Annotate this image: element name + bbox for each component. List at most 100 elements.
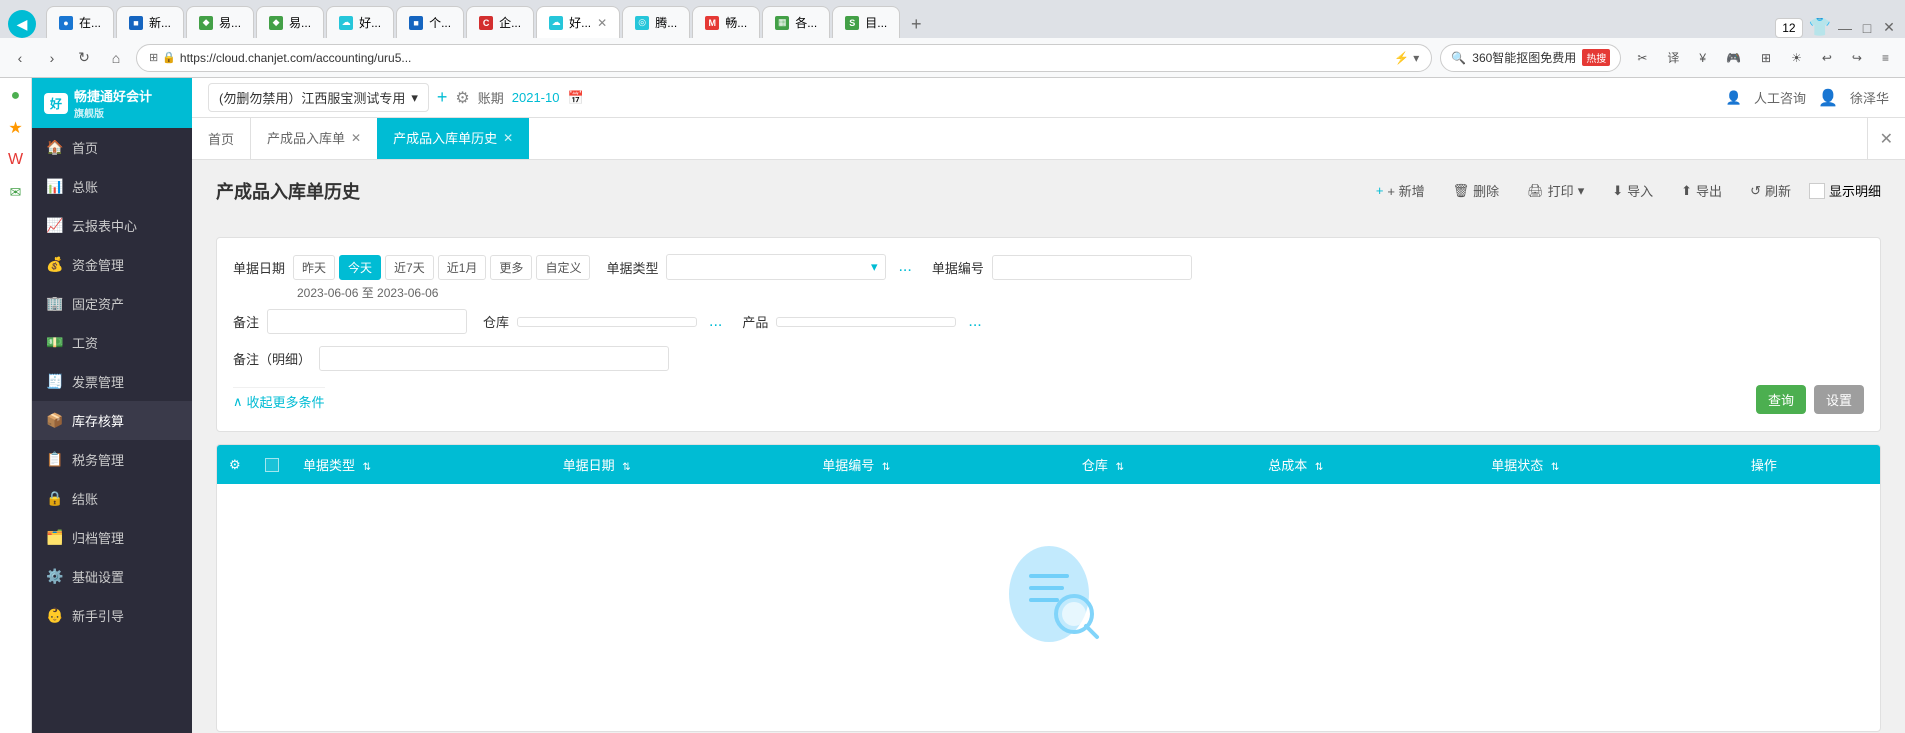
browser-tab-11[interactable]: ▦ 各... (762, 6, 830, 38)
date-btn-custom[interactable]: 自定义 (536, 255, 590, 280)
sidebar-item-new-guide[interactable]: 👶 新手引导 (32, 596, 192, 635)
detail-note-input[interactable] (319, 346, 669, 371)
company-selector[interactable]: (勿删勿禁用）江西服宝测试专用 ▾ (208, 83, 429, 112)
th-settings[interactable]: ⚙ (217, 445, 253, 484)
sidebar-item-assets[interactable]: 🏢 固定资产 (32, 284, 192, 323)
th-total-cost[interactable]: 总成本 ⇅ (1256, 445, 1479, 484)
breadcrumb-home[interactable]: 首页 (208, 129, 234, 148)
print-button[interactable]: 🖨 打印 ▾ (1517, 176, 1594, 205)
new-tab-button[interactable]: + (902, 10, 930, 38)
sidebar-item-basic-settings[interactable]: ⚙️ 基础设置 (32, 557, 192, 596)
browser-tab-2[interactable]: ■ 新... (116, 6, 184, 38)
browser-tab-9[interactable]: ◎ 腾... (622, 6, 690, 38)
period-value[interactable]: 2021-10 (512, 90, 560, 105)
th-doc-no[interactable]: 单据编号 ⇅ (810, 445, 1070, 484)
close-button[interactable]: ✕ (1881, 20, 1897, 36)
type-dots-button[interactable]: ... (894, 258, 915, 276)
page-tab-current[interactable]: 产成品入库单历史 ✕ (377, 118, 529, 159)
product-dots-button[interactable]: ... (964, 313, 985, 331)
date-btn-1month[interactable]: 近1月 (438, 255, 487, 280)
browser-tab-7[interactable]: C 企... (466, 6, 534, 38)
brightness-icon[interactable]: ☀ (1783, 47, 1810, 69)
user-name[interactable]: 徐泽华 (1850, 88, 1889, 107)
game-icon[interactable]: 🎮 (1718, 47, 1749, 69)
add-company-button[interactable]: + (437, 87, 448, 108)
back-circle-icon[interactable]: ◀ (8, 10, 36, 38)
app-icon-3[interactable]: W (2, 146, 30, 174)
header-checkbox[interactable] (265, 458, 279, 472)
export-button[interactable]: ⬆ 导出 (1671, 176, 1732, 205)
page-tab-parent-close[interactable]: ✕ (351, 131, 361, 145)
date-btn-more[interactable]: 更多 (490, 255, 532, 280)
redo-icon[interactable]: ↪ (1844, 47, 1870, 69)
sidebar-item-funds[interactable]: 💰 资金管理 (32, 245, 192, 284)
undo-icon[interactable]: ↩ (1814, 47, 1840, 69)
date-btn-today[interactable]: 今天 (339, 255, 381, 280)
browser-tab-8[interactable]: ☁ 好... ✕ (536, 6, 620, 38)
scissors-icon[interactable]: ✂ (1629, 47, 1655, 69)
sidebar-item-home[interactable]: 🏠 首页 (32, 128, 192, 167)
company-settings-icon[interactable]: ⚙ (455, 88, 469, 108)
import-button[interactable]: ⬇ 导入 (1602, 176, 1663, 205)
page-tab-parent[interactable]: 产成品入库单 ✕ (251, 118, 377, 159)
grid-icon[interactable]: ⊞ (1753, 47, 1779, 69)
panel-close-icon[interactable]: ✕ (1880, 129, 1893, 149)
settings-button[interactable]: 设置 (1814, 385, 1864, 414)
type-dropdown[interactable]: ▾ (666, 254, 886, 280)
sidebar-item-ledger[interactable]: 📊 总账 (32, 167, 192, 206)
product-dropdown[interactable] (776, 317, 956, 327)
page-tab-current-close[interactable]: ✕ (503, 131, 513, 145)
sidebar-item-close-period[interactable]: 🔒 结账 (32, 479, 192, 518)
chevron-down-icon[interactable]: ▾ (1413, 51, 1419, 65)
warehouse-dropdown[interactable] (517, 317, 697, 327)
app-icon-2[interactable]: ★ (2, 114, 30, 142)
doc-no-input[interactable] (992, 255, 1192, 280)
th-checkbox[interactable] (253, 445, 291, 484)
note-input[interactable] (267, 309, 467, 334)
sidebar-item-invoices[interactable]: 🧾 发票管理 (32, 362, 192, 401)
translate-icon[interactable]: 译 (1659, 45, 1687, 70)
date-btn-7days[interactable]: 近7天 (385, 255, 434, 280)
date-btn-yesterday[interactable]: 昨天 (293, 255, 335, 280)
tab-panel-close[interactable]: ✕ (1867, 118, 1905, 159)
delete-button[interactable]: 🗑 删除 (1443, 176, 1510, 205)
browser-tab-6[interactable]: ■ 个... (396, 6, 464, 38)
browser-tab-5[interactable]: ☁ 好... (326, 6, 394, 38)
address-input[interactable]: ⊞ 🔒 https://cloud.chanjet.com/accounting… (136, 44, 1432, 72)
sidebar-item-payroll[interactable]: 💵 工资 (32, 323, 192, 362)
show-detail-checkbox[interactable] (1809, 183, 1825, 199)
browser-tab-3[interactable]: ◆ 易... (186, 6, 254, 38)
show-detail-toggle[interactable]: 显示明细 (1809, 181, 1881, 200)
maximize-button[interactable]: □ (1859, 20, 1875, 36)
th-doc-type[interactable]: 单据类型 ⇅ (291, 445, 551, 484)
sidebar-item-tax[interactable]: 📋 税务管理 (32, 440, 192, 479)
app-icon-1[interactable]: ● (2, 82, 30, 110)
refresh-button[interactable]: ↻ (72, 46, 96, 70)
query-button[interactable]: 查询 (1756, 385, 1806, 414)
minimize-button[interactable]: — (1837, 20, 1853, 36)
refresh-button[interactable]: ↺ 刷新 (1740, 176, 1801, 205)
collapse-button[interactable]: ∧ 收起更多条件 (233, 387, 325, 415)
browser-search-box[interactable]: 🔍 360智能抠图免费用 热搜 (1440, 44, 1621, 72)
browser-tab-4[interactable]: ◆ 易... (256, 6, 324, 38)
tab-close-8[interactable]: ✕ (597, 16, 607, 30)
add-button[interactable]: + + 新增 (1366, 176, 1435, 205)
browser-tab-12[interactable]: S 目... (832, 6, 900, 38)
warehouse-dots-button[interactable]: ... (705, 313, 726, 331)
user-service-link[interactable]: 人工咨询 (1754, 88, 1806, 107)
browser-tab-1[interactable]: ● 在... (46, 6, 114, 38)
th-doc-date[interactable]: 单据日期 ⇅ (551, 445, 811, 484)
browser-tab-10[interactable]: M 畅... (692, 6, 760, 38)
browser-menu-icon[interactable]: ≡ (1874, 47, 1897, 69)
sidebar-item-inventory[interactable]: 📦 库存核算 (32, 401, 192, 440)
app-icon-4[interactable]: ✉ (2, 178, 30, 206)
yuan-icon[interactable]: ¥ (1691, 47, 1714, 69)
th-warehouse[interactable]: 仓库 ⇅ (1070, 445, 1256, 484)
sidebar-item-archive[interactable]: 🗂️ 归档管理 (32, 518, 192, 557)
calendar-icon[interactable]: 📅 (567, 90, 583, 106)
th-doc-status[interactable]: 单据状态 ⇅ (1479, 445, 1739, 484)
forward-button[interactable]: › (40, 46, 64, 70)
sidebar-item-reports[interactable]: 📈 云报表中心 (32, 206, 192, 245)
back-button[interactable]: ‹ (8, 46, 32, 70)
home-button[interactable]: ⌂ (104, 46, 128, 70)
